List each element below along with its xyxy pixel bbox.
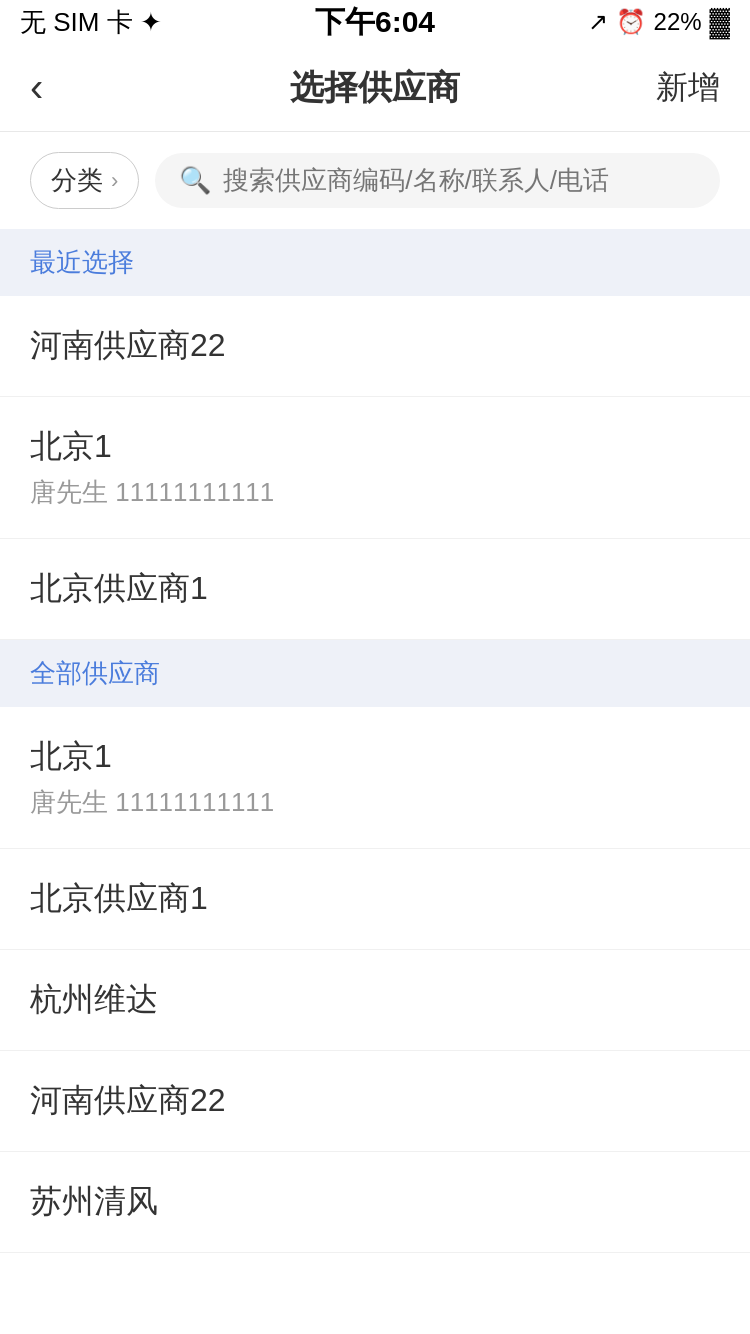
recent-list: 河南供应商22 北京1 唐先生 11111111111 北京供应商1 [0,296,750,640]
battery-icon: ▓ [710,6,730,38]
list-item[interactable]: 北京供应商1 [0,539,750,640]
status-time: 下午6:04 [315,2,435,43]
category-button[interactable]: 分类 › [30,152,139,209]
list-item[interactable]: 北京1 唐先生 11111111111 [0,397,750,539]
item-sub: 唐先生 11111111111 [30,785,720,820]
list-item[interactable]: 杭州维达 [0,950,750,1051]
status-left: 无 SIM 卡 ✦ [20,5,162,40]
alarm-icon: ⏰ [616,8,646,36]
category-label: 分类 [51,163,103,198]
recent-section-label: 最近选择 [30,247,134,277]
list-item[interactable]: 北京1 唐先生 11111111111 [0,707,750,849]
item-sub: 唐先生 11111111111 [30,475,720,510]
recent-section-header: 最近选择 [0,229,750,296]
search-input[interactable] [223,165,696,196]
item-name: 河南供应商22 [30,324,720,368]
item-name: 河南供应商22 [30,1079,720,1123]
back-button[interactable]: ‹ [30,65,43,110]
battery-label: 22% [654,8,702,36]
list-item[interactable]: 河南供应商22 [0,296,750,397]
page-title: 选择供应商 [290,65,460,111]
sim-label: 无 SIM 卡 ✦ [20,5,162,40]
status-bar: 无 SIM 卡 ✦ 下午6:04 ↗ ⏰ 22% ▓ [0,0,750,44]
item-name: 北京1 [30,425,720,469]
chevron-right-icon: › [111,168,118,194]
list-item[interactable]: 河南供应商22 [0,1051,750,1152]
nav-bar: ‹ 选择供应商 新增 [0,44,750,132]
all-list: 北京1 唐先生 11111111111 北京供应商1 杭州维达河南供应商22 苏州清风 [0,707,750,1253]
location-icon: ↗ [588,8,608,36]
list-item[interactable]: 北京供应商1 [0,849,750,950]
filter-bar: 分类 › 🔍 [0,132,750,229]
item-name: 杭州维达 [30,978,720,1022]
item-name: 北京1 [30,735,720,779]
add-button[interactable]: 新增 [656,66,720,110]
search-box: 🔍 [155,153,720,208]
item-name: 苏州清风 [30,1180,720,1224]
all-section-header: 全部供应商 [0,640,750,707]
list-item[interactable]: 苏州清风 [0,1152,750,1253]
all-section-label: 全部供应商 [30,658,160,688]
item-name: 北京供应商1 [30,567,720,611]
item-name: 北京供应商1 [30,877,720,921]
status-right: ↗ ⏰ 22% ▓ [588,6,730,38]
search-icon: 🔍 [179,165,211,196]
